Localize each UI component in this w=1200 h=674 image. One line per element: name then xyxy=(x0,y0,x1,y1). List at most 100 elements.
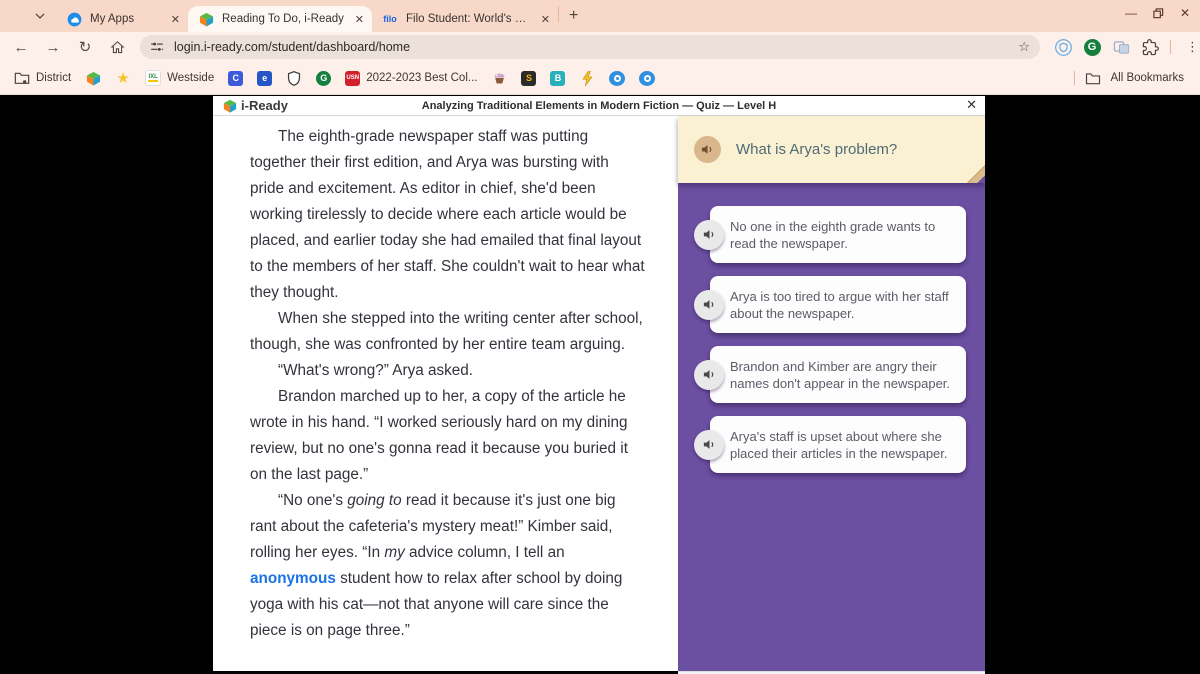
bookmark-cupcake[interactable] xyxy=(491,70,507,86)
address-bar[interactable]: login.i-ready.com/student/dashboard/home… xyxy=(140,35,1040,59)
extension-icons: G ⋮ xyxy=(1054,38,1199,56)
answer-text: Brandon and Kimber are angry their names… xyxy=(730,358,951,391)
tab-close-icon[interactable]: ✕ xyxy=(355,13,364,26)
bookmark-shield[interactable] xyxy=(286,70,302,86)
url-text[interactable]: login.i-ready.com/student/dashboard/home xyxy=(174,40,1018,54)
browser-toolbar: ← → ↻ login.i-ready.com/student/dashboar… xyxy=(0,32,1200,62)
iready-cube-icon xyxy=(198,11,214,27)
tab-separator xyxy=(558,6,559,22)
shield-outline-icon xyxy=(286,70,302,86)
sidepanel-extension-icon[interactable] xyxy=(1112,38,1130,56)
answer-audio-button[interactable] xyxy=(694,219,724,250)
new-tab-button[interactable]: + xyxy=(569,7,578,25)
managed-folder-icon xyxy=(14,70,30,86)
cupcake-icon xyxy=(491,70,507,86)
chrome-menu-icon[interactable]: ⋮ xyxy=(1186,39,1199,55)
bookmark-label: Westside xyxy=(167,72,215,84)
answer-text: Arya's staff is upset about where she pl… xyxy=(730,428,948,461)
star-icon: ★ xyxy=(116,70,130,87)
tab-filo[interactable]: filo Filo Student: World's Only Live ✕ xyxy=(372,6,558,32)
page-background: Analyzing Traditional Elements in Modern… xyxy=(0,95,1200,674)
letter-g-icon: G xyxy=(316,70,332,86)
tab-close-icon[interactable]: ✕ xyxy=(171,13,180,26)
tab-label: My Apps xyxy=(90,13,135,25)
bookmark-usnews[interactable]: USN 2022-2023 Best Col... xyxy=(345,70,478,86)
bookmark-lightning[interactable] xyxy=(579,70,595,86)
passage: The eighth-grade newspaper staff was put… xyxy=(213,116,678,671)
bookmark-s-site[interactable]: S xyxy=(521,70,537,86)
question-panel: What is Arya's problem? No one in the ei… xyxy=(678,116,985,671)
bookmark-grammarly[interactable]: G xyxy=(316,70,332,86)
grammarly-extension-icon[interactable]: G xyxy=(1083,38,1101,56)
bookmark-blooket[interactable]: B xyxy=(550,70,566,86)
answer-choices: No one in the eighth grade wants to read… xyxy=(678,183,985,473)
iready-quiz-window: Analyzing Traditional Elements in Modern… xyxy=(213,96,985,674)
close-window-button[interactable]: ✕ xyxy=(1180,6,1190,20)
question-audio-button[interactable] xyxy=(694,136,721,163)
tab-label: Filo Student: World's Only Live xyxy=(406,13,533,25)
letter-c-icon: C xyxy=(228,70,244,86)
question-text: What is Arya's problem? xyxy=(736,141,898,158)
answer-audio-button[interactable] xyxy=(694,359,724,390)
tab-close-icon[interactable]: ✕ xyxy=(541,13,550,26)
restore-button[interactable] xyxy=(1153,7,1164,19)
letter-e-icon: e xyxy=(257,70,273,86)
bookmark-star[interactable]: ★ xyxy=(115,70,131,87)
vocab-link-anonymous[interactable]: anonymous xyxy=(250,570,336,587)
circle-o-icon xyxy=(639,70,656,86)
bookmark-ixl-westside[interactable]: IXL Westside xyxy=(145,70,214,86)
bookmark-district-folder[interactable]: District xyxy=(14,70,71,86)
tab-label: Reading To Do, i-Ready xyxy=(222,13,344,25)
usn-icon: USN xyxy=(345,70,361,86)
folder-icon xyxy=(1085,72,1101,85)
bookmark-label: District xyxy=(36,72,72,84)
passage-paragraph: “No one's going to read it because it's … xyxy=(250,492,623,639)
letter-b-icon: B xyxy=(550,70,566,86)
answer-audio-button[interactable] xyxy=(694,289,724,320)
bookmark-iready[interactable] xyxy=(85,70,101,86)
bookmark-clever[interactable]: C xyxy=(228,70,244,86)
forward-button[interactable]: → xyxy=(42,39,64,56)
italic-text: going to xyxy=(347,492,402,509)
tab-iready-active[interactable]: Reading To Do, i-Ready ✕ xyxy=(188,6,372,32)
circle-o-icon xyxy=(609,70,626,86)
bookmark-o-site-2[interactable] xyxy=(639,70,656,86)
ixl-icon: IXL xyxy=(145,70,162,86)
bookmark-ed[interactable]: e xyxy=(257,70,273,86)
tab-strip: My Apps ✕ Reading To Do, i-Ready ✕ filo … xyxy=(0,0,1200,32)
filo-icon: filo xyxy=(383,14,397,24)
answer-choice-4[interactable]: Arya's staff is upset about where she pl… xyxy=(694,416,966,473)
window-controls: — ✕ xyxy=(1125,6,1190,20)
site-settings-icon[interactable] xyxy=(150,40,164,54)
answer-choice-2[interactable]: Arya is too tired to argue with her staf… xyxy=(694,276,966,333)
answer-choice-3[interactable]: Brandon and Kimber are angry their names… xyxy=(694,346,966,403)
tab-my-apps[interactable]: My Apps ✕ xyxy=(56,6,188,32)
answer-text: Arya is too tired to argue with her staf… xyxy=(730,288,949,321)
bookmark-label: 2022-2023 Best Col... xyxy=(366,72,478,84)
lightning-icon xyxy=(579,70,595,86)
bookmarks-bar: District ★ IXL Westside C e G USN 2022-2… xyxy=(0,62,1200,95)
bookmark-star-icon[interactable]: ☆ xyxy=(1018,39,1030,55)
passage-paragraph: The eighth-grade newspaper staff was put… xyxy=(250,128,645,301)
quiz-title: Analyzing Traditional Elements in Modern… xyxy=(421,99,777,112)
toolbar-separator xyxy=(1170,40,1171,54)
answer-audio-button[interactable] xyxy=(694,429,724,460)
home-button[interactable] xyxy=(106,40,128,55)
bookmark-o-site-1[interactable] xyxy=(609,70,626,86)
classlink-cloud-icon xyxy=(66,11,82,27)
iready-cube-icon xyxy=(85,70,101,86)
shield-extension-icon[interactable] xyxy=(1054,38,1072,56)
answer-choice-1[interactable]: No one in the eighth grade wants to read… xyxy=(694,206,966,263)
tab-search-chevron-icon[interactable] xyxy=(30,6,50,26)
passage-paragraph: When she stepped into the writing center… xyxy=(250,310,643,353)
screen: My Apps ✕ Reading To Do, i-Ready ✕ filo … xyxy=(0,0,1200,674)
bookmarks-separator xyxy=(1073,71,1075,85)
minimize-button[interactable]: — xyxy=(1125,6,1137,20)
quiz-close-icon[interactable]: ✕ xyxy=(966,97,977,113)
reload-button[interactable]: ↻ xyxy=(74,38,96,56)
back-button[interactable]: ← xyxy=(10,39,32,56)
quiz-header: Analyzing Traditional Elements in Modern… xyxy=(213,96,985,116)
all-bookmarks-label: All Bookmarks xyxy=(1110,72,1185,84)
extensions-puzzle-icon[interactable] xyxy=(1141,38,1159,56)
all-bookmarks[interactable]: All Bookmarks xyxy=(1073,71,1185,85)
